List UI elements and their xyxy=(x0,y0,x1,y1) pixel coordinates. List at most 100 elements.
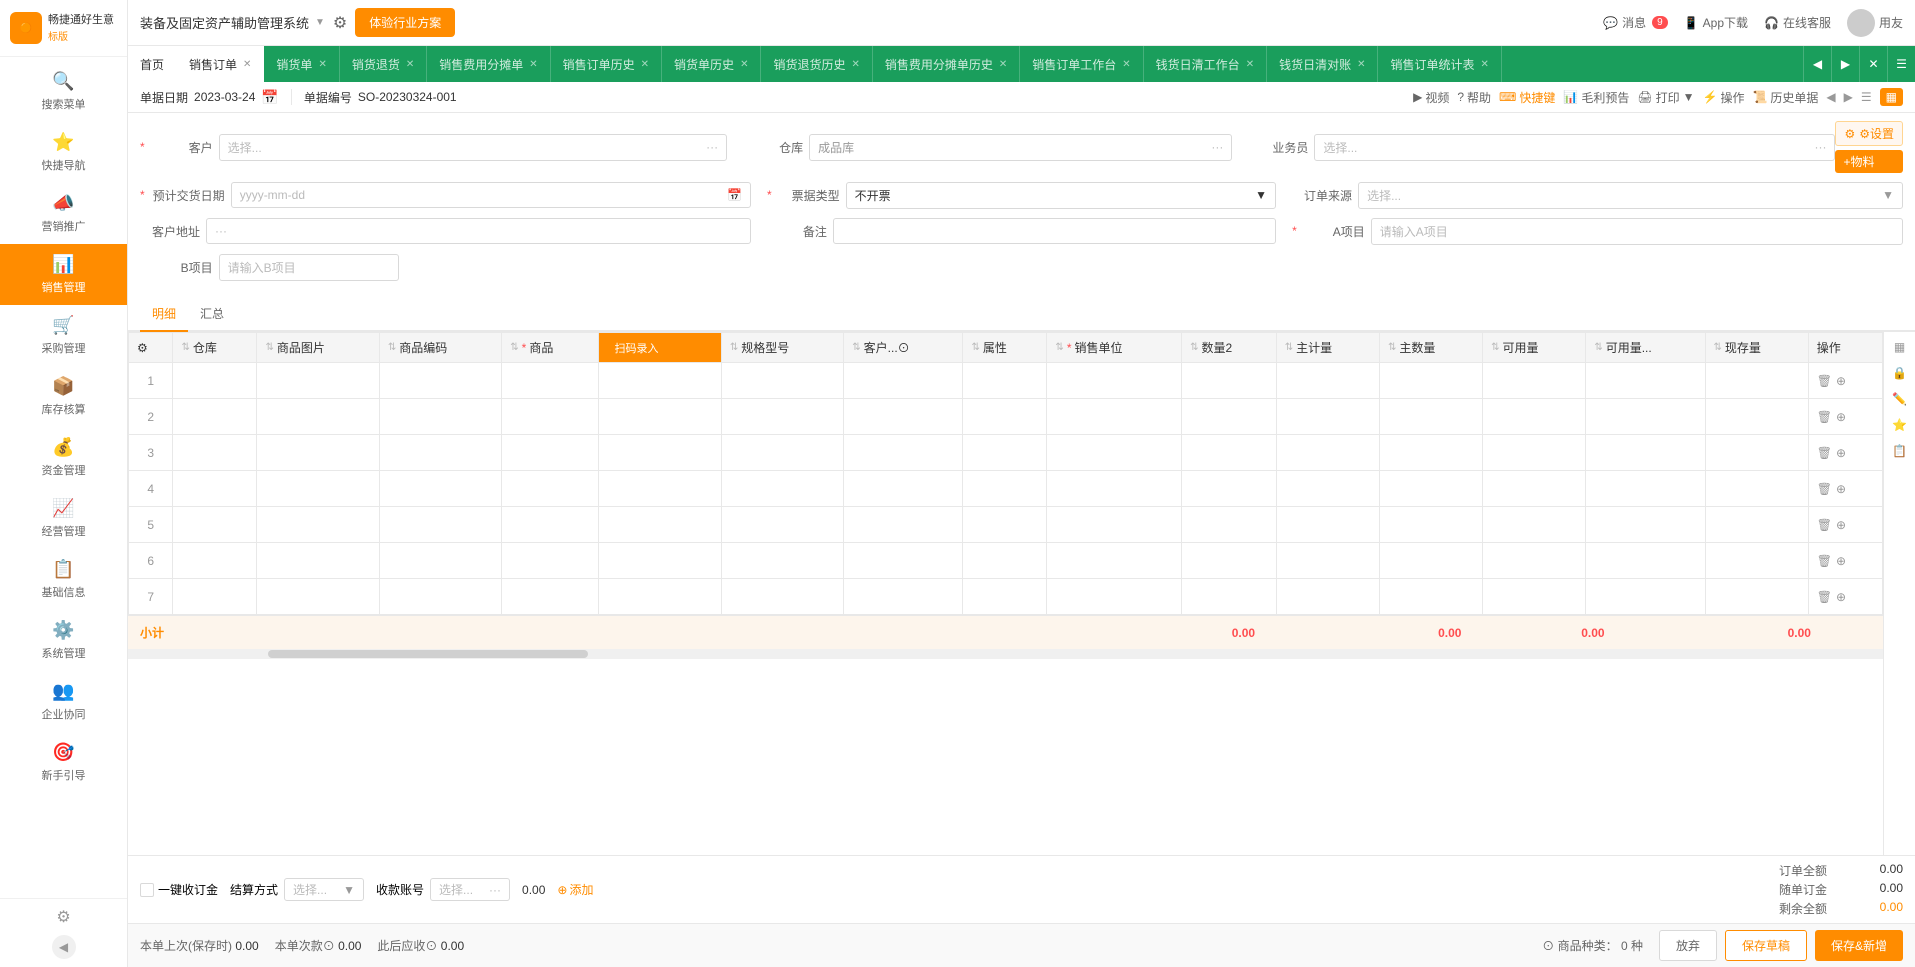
sidebar-settings[interactable]: ⚙ xyxy=(56,907,70,927)
tab-returns-close[interactable]: ✕ xyxy=(406,59,414,70)
calendar-icon[interactable]: 📅 xyxy=(261,89,278,106)
row-3-warehouse[interactable] xyxy=(173,435,257,471)
row-4-image[interactable] xyxy=(257,471,379,507)
row-6-available[interactable] xyxy=(1483,543,1586,579)
row-5-attr[interactable] xyxy=(963,507,1047,543)
row-2-attr[interactable] xyxy=(963,399,1047,435)
shortcut-btn[interactable]: ⌨ 快捷键 xyxy=(1499,89,1555,106)
tab-daily-work-close[interactable]: ✕ xyxy=(1246,59,1254,70)
sidebar-item-企业协同[interactable]: 👥 企业协同 xyxy=(0,671,127,732)
row-6-code[interactable] xyxy=(379,543,501,579)
row-2-spec[interactable] xyxy=(721,399,843,435)
row-7-attr[interactable] xyxy=(963,579,1047,615)
tab-expense-history-close[interactable]: ✕ xyxy=(999,59,1007,70)
row-1-image[interactable] xyxy=(257,363,379,399)
row-3-unit[interactable] xyxy=(1047,435,1182,471)
sort-main-unit-icon[interactable]: ⇅ xyxy=(1285,342,1293,353)
tab-sales-order-close[interactable]: ✕ xyxy=(243,59,251,70)
tab-sales-order[interactable]: 销售订单 ✕ xyxy=(177,46,264,82)
tab-close-btn[interactable]: ✕ xyxy=(1859,46,1887,82)
row-3-scan[interactable] xyxy=(598,435,721,471)
row-6-product[interactable] xyxy=(502,543,598,579)
row-5-available2[interactable] xyxy=(1586,507,1705,543)
sidebar-item-采购管理[interactable]: 🛒 采购管理 xyxy=(0,305,127,366)
row-6-copy-icon[interactable]: ⊕ xyxy=(1836,554,1846,568)
sort-available2-icon[interactable]: ⇅ xyxy=(1594,342,1602,353)
row-1-scan[interactable] xyxy=(598,363,721,399)
tab-returns[interactable]: 销货退货 ✕ xyxy=(340,46,427,82)
sidebar-item-基础信息[interactable]: 📋 基础信息 xyxy=(0,549,127,610)
row-2-code[interactable] xyxy=(379,399,501,435)
payment-method-select[interactable]: 选择... ▼ xyxy=(284,878,364,901)
row-3-main-unit[interactable] xyxy=(1276,435,1379,471)
row-7-delete-icon[interactable]: 🗑 xyxy=(1817,590,1832,604)
row-5-unit[interactable] xyxy=(1047,507,1182,543)
row-6-scan[interactable] xyxy=(598,543,721,579)
tab-sales-invoice[interactable]: 销货单 ✕ xyxy=(264,46,339,82)
sort-available-icon[interactable]: ⇅ xyxy=(1491,342,1499,353)
row-5-qty2[interactable] xyxy=(1182,507,1277,543)
row-7-available[interactable] xyxy=(1483,579,1586,615)
row-3-delete-icon[interactable]: 🗑 xyxy=(1817,446,1832,460)
row-1-delete-icon[interactable]: 🗑 xyxy=(1817,374,1832,388)
row-3-current[interactable] xyxy=(1705,435,1808,471)
row-5-product[interactable] xyxy=(502,507,598,543)
row-6-main-qty[interactable] xyxy=(1379,543,1482,579)
b-project-input[interactable]: 请输入B项目 xyxy=(219,254,399,281)
sort-code-icon[interactable]: ⇅ xyxy=(388,342,396,353)
row-2-unit[interactable] xyxy=(1047,399,1182,435)
invoice-select[interactable]: 不开票 ▼ xyxy=(846,182,1276,209)
remark-input[interactable] xyxy=(833,218,1276,244)
row-7-customer-code[interactable] xyxy=(844,579,963,615)
col-settings-icon[interactable]: ⚙ xyxy=(137,341,148,355)
operation-btn[interactable]: ⚡ 操作 xyxy=(1702,89,1744,106)
settings-btn[interactable]: ⚙ ⚙设置 xyxy=(1835,121,1903,146)
sidebar-item-营销推广[interactable]: 📣 营销推广 xyxy=(0,183,127,244)
row-2-main-qty[interactable] xyxy=(1379,399,1482,435)
row-2-available2[interactable] xyxy=(1586,399,1705,435)
row-1-product[interactable] xyxy=(502,363,598,399)
online-support-btn[interactable]: 🎧 在线客服 xyxy=(1764,14,1831,31)
tab-return-history-close[interactable]: ✕ xyxy=(851,59,859,70)
sort-unit-icon[interactable]: ⇅ xyxy=(1055,342,1063,353)
row-6-available2[interactable] xyxy=(1586,543,1705,579)
row-6-qty2[interactable] xyxy=(1182,543,1277,579)
toolbar-nav-next[interactable]: ▶ xyxy=(1844,90,1853,104)
history-btn[interactable]: 📜 历史单据 xyxy=(1752,89,1818,106)
row-5-scan[interactable] xyxy=(598,507,721,543)
a-project-input[interactable]: 请输入A项目 xyxy=(1371,218,1903,245)
tab-invoice-history-close[interactable]: ✕ xyxy=(740,59,748,70)
row-6-customer-code[interactable] xyxy=(844,543,963,579)
row-4-main-unit[interactable] xyxy=(1276,471,1379,507)
industry-solution-button[interactable]: 体验行业方案 xyxy=(355,8,455,37)
right-panel-item-1[interactable]: ▦ xyxy=(1894,340,1905,354)
row-7-main-unit[interactable] xyxy=(1276,579,1379,615)
row-6-main-unit[interactable] xyxy=(1276,543,1379,579)
scroll-thumb[interactable] xyxy=(268,650,588,658)
row-4-available[interactable] xyxy=(1483,471,1586,507)
row-2-warehouse[interactable] xyxy=(173,399,257,435)
row-4-qty2[interactable] xyxy=(1182,471,1277,507)
sidebar-item-快捷导航[interactable]: ⭐ 快捷导航 xyxy=(0,122,127,183)
sort-image-icon[interactable]: ⇅ xyxy=(265,342,273,353)
row-5-current[interactable] xyxy=(1705,507,1808,543)
row-4-current[interactable] xyxy=(1705,471,1808,507)
sidebar-item-库存核算[interactable]: 📦 库存核算 xyxy=(0,366,127,427)
toolbar-list-view[interactable]: ☰ xyxy=(1861,90,1872,104)
sort-main-qty-icon[interactable]: ⇅ xyxy=(1388,342,1396,353)
right-panel-item-2[interactable]: 🔒 xyxy=(1892,366,1907,380)
sort-product-icon[interactable]: ⇅ xyxy=(510,342,518,353)
discard-button[interactable]: 放弃 xyxy=(1659,930,1717,961)
row-3-attr[interactable] xyxy=(963,435,1047,471)
tab-menu-btn[interactable]: ☰ xyxy=(1887,46,1915,82)
row-6-warehouse[interactable] xyxy=(173,543,257,579)
profit-btn[interactable]: 📊 毛利预告 xyxy=(1563,89,1629,106)
row-4-copy-icon[interactable]: ⊕ xyxy=(1836,482,1846,496)
tab-reconcile-close[interactable]: ✕ xyxy=(1357,59,1365,70)
sort-customer-code-icon[interactable]: ⇅ xyxy=(852,342,860,353)
sort-spec-icon[interactable]: ⇅ xyxy=(730,342,738,353)
tab-reconcile[interactable]: 钱货日清对账 ✕ xyxy=(1267,46,1378,82)
row-5-available[interactable] xyxy=(1483,507,1586,543)
row-7-available2[interactable] xyxy=(1586,579,1705,615)
row-7-code[interactable] xyxy=(379,579,501,615)
